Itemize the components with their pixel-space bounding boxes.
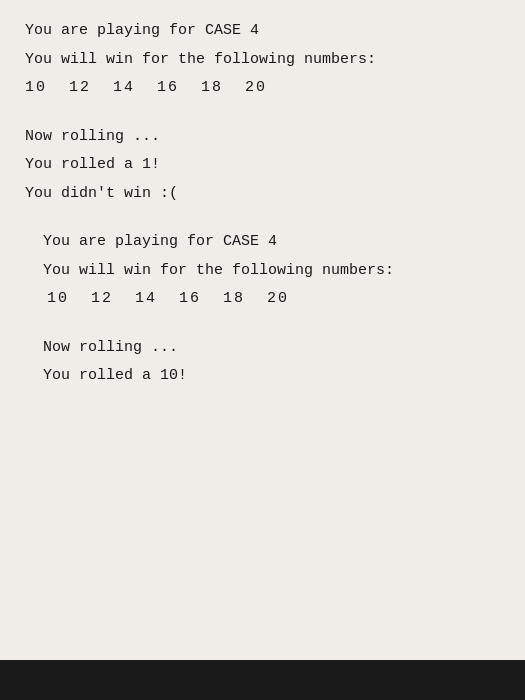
rolled-result-1: You rolled a 1! [25, 154, 500, 177]
roll-block-2: Now rolling ... You rolled a 10! [25, 337, 500, 388]
winning-numbers-2: 10 12 14 16 18 20 [25, 288, 500, 311]
case-label-1: You are playing for CASE 4 [25, 20, 500, 43]
roll-block-1: Now rolling ... You rolled a 1! You didn… [25, 126, 500, 206]
win-label-2: You will win for the following numbers: [25, 260, 500, 283]
game-block-1: You are playing for CASE 4 You will win … [25, 20, 500, 100]
rolled-result-2: You rolled a 10! [25, 365, 500, 388]
winning-numbers-1: 10 12 14 16 18 20 [25, 77, 500, 100]
win-status-1: You didn't win :( [25, 183, 500, 206]
bottom-taskbar [0, 660, 525, 700]
case-label-2: You are playing for CASE 4 [25, 231, 500, 254]
terminal-screen: You are playing for CASE 4 You will win … [0, 0, 525, 660]
fade-overlay [0, 620, 525, 660]
game-block-2: You are playing for CASE 4 You will win … [25, 231, 500, 311]
rolling-label-1: Now rolling ... [25, 126, 500, 149]
rolling-label-2: Now rolling ... [25, 337, 500, 360]
win-label-1: You will win for the following numbers: [25, 49, 500, 72]
